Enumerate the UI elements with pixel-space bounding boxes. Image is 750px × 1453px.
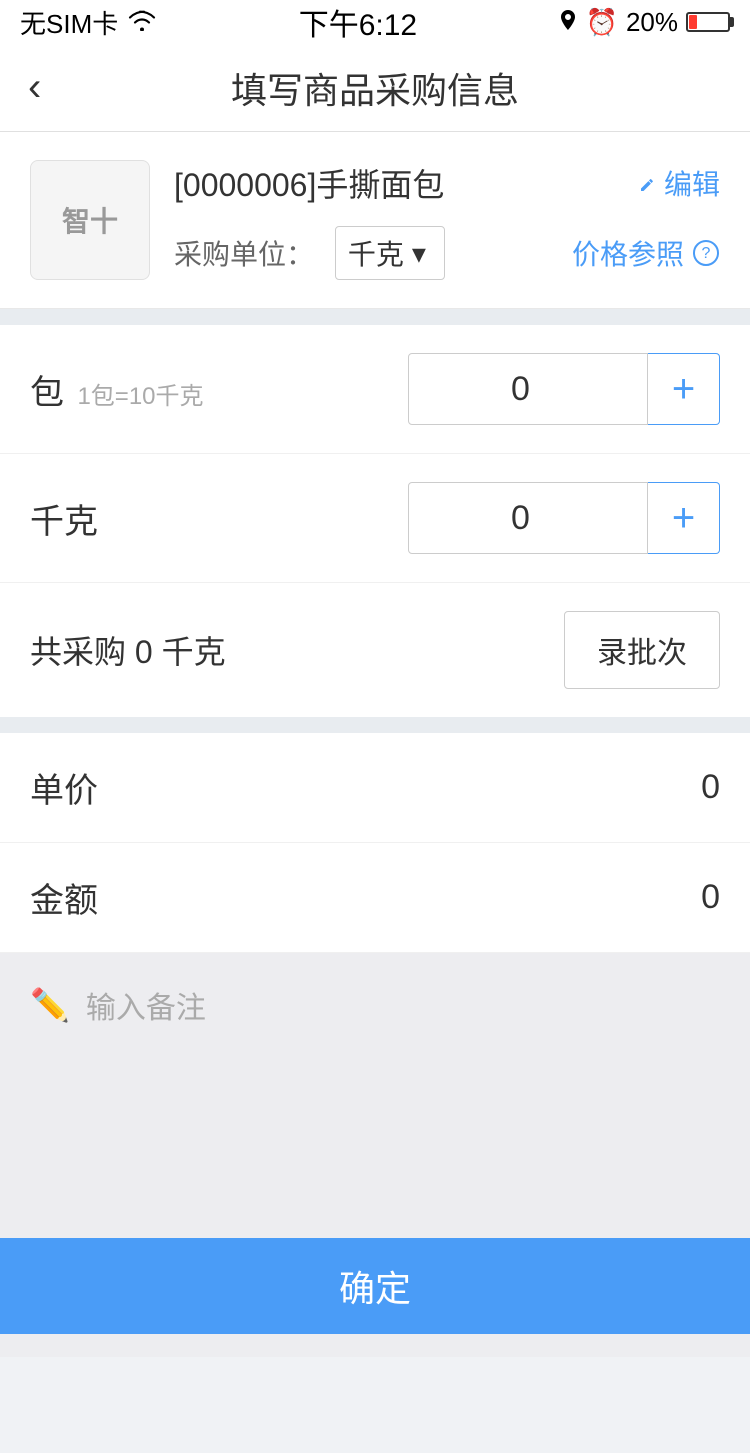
remark-placeholder: 输入备注 xyxy=(86,983,206,1027)
unit-price-row: 单价 0 xyxy=(0,733,750,843)
unit-select[interactable]: 千克 ▾ xyxy=(335,226,445,280)
bottom-spacer xyxy=(0,1357,750,1453)
section-divider-2 xyxy=(0,717,750,733)
product-card: 智十 [0000006]手撕面包 编辑 采购单位： 千克 ▾ 价格参照 ? xyxy=(0,132,750,309)
quantity-plus-bao[interactable]: + xyxy=(648,353,720,425)
status-bar-right: ⏰ 20% xyxy=(558,7,730,38)
form-section: 包 1包=10千克 + 千克 + 共采购 0 千克 录批次 xyxy=(0,325,750,717)
quantity-input-group-bao: + xyxy=(224,353,720,425)
unit-label: 采购单位： xyxy=(174,239,314,270)
section-divider-1 xyxy=(0,309,750,325)
product-thumbnail: 智十 xyxy=(30,160,150,280)
price-section: 单价 0 金额 0 xyxy=(0,733,750,953)
product-name: [0000006]手撕面包 xyxy=(174,160,444,206)
status-bar-time: 下午6:12 xyxy=(299,0,417,44)
battery-percent: 20% xyxy=(626,7,678,38)
product-info: [0000006]手撕面包 编辑 采购单位： 千克 ▾ 价格参照 ? xyxy=(174,160,720,280)
product-name-row: [0000006]手撕面包 编辑 xyxy=(174,160,720,206)
quantity-sublabel-bao: 1包=10千克 xyxy=(77,383,203,410)
location-icon xyxy=(558,7,578,38)
quantity-label-kg: 千克 xyxy=(30,494,110,543)
quantity-label-bao: 包 1包=10千克 xyxy=(30,365,204,414)
price-ref-button[interactable]: 价格参照 ? xyxy=(572,233,720,273)
edit-button[interactable]: 编辑 xyxy=(638,163,720,203)
alarm-icon: ⏰ xyxy=(586,7,618,38)
confirm-button[interactable]: 确定 xyxy=(0,1238,750,1334)
amount-value: 0 xyxy=(701,878,720,917)
quantity-input-kg[interactable] xyxy=(408,482,648,554)
nav-bar: ‹ 填写商品采购信息 xyxy=(0,44,750,132)
wifi-icon xyxy=(126,7,158,38)
quantity-input-bao[interactable] xyxy=(408,353,648,425)
battery-icon xyxy=(686,12,730,32)
status-bar: 无SIM卡 下午6:12 ⏰ 20% xyxy=(0,0,750,44)
quantity-input-group-kg: + xyxy=(130,482,720,554)
batch-button[interactable]: 录批次 xyxy=(564,611,720,689)
unit-row: 采购单位： 千克 ▾ 价格参照 ? xyxy=(174,226,720,280)
svg-text:?: ? xyxy=(702,245,711,262)
summary-text: 共采购 0 千克 xyxy=(30,627,226,673)
unit-price-label: 单价 xyxy=(30,763,98,812)
page-title: 填写商品采购信息 xyxy=(231,62,519,114)
unit-price-value: 0 xyxy=(701,768,720,807)
carrier-label: 无SIM卡 xyxy=(20,4,118,41)
summary-row: 共采购 0 千克 录批次 xyxy=(0,583,750,717)
amount-label: 金额 xyxy=(30,873,98,922)
back-button[interactable]: ‹ xyxy=(28,65,41,110)
quantity-row-bao: 包 1包=10千克 + xyxy=(0,325,750,454)
quantity-row-kg: 千克 + xyxy=(0,454,750,583)
product-thumb-text: 智十 xyxy=(62,200,118,240)
quantity-plus-kg[interactable]: + xyxy=(648,482,720,554)
remark-section[interactable]: ✏️ 输入备注 xyxy=(0,953,750,1057)
dropdown-arrow-icon: ▾ xyxy=(412,237,426,270)
pencil-icon: ✏️ xyxy=(30,986,70,1024)
unit-label-group: 采购单位： 千克 ▾ xyxy=(174,226,445,280)
status-bar-left: 无SIM卡 xyxy=(20,4,158,41)
amount-row: 金额 0 xyxy=(0,843,750,953)
